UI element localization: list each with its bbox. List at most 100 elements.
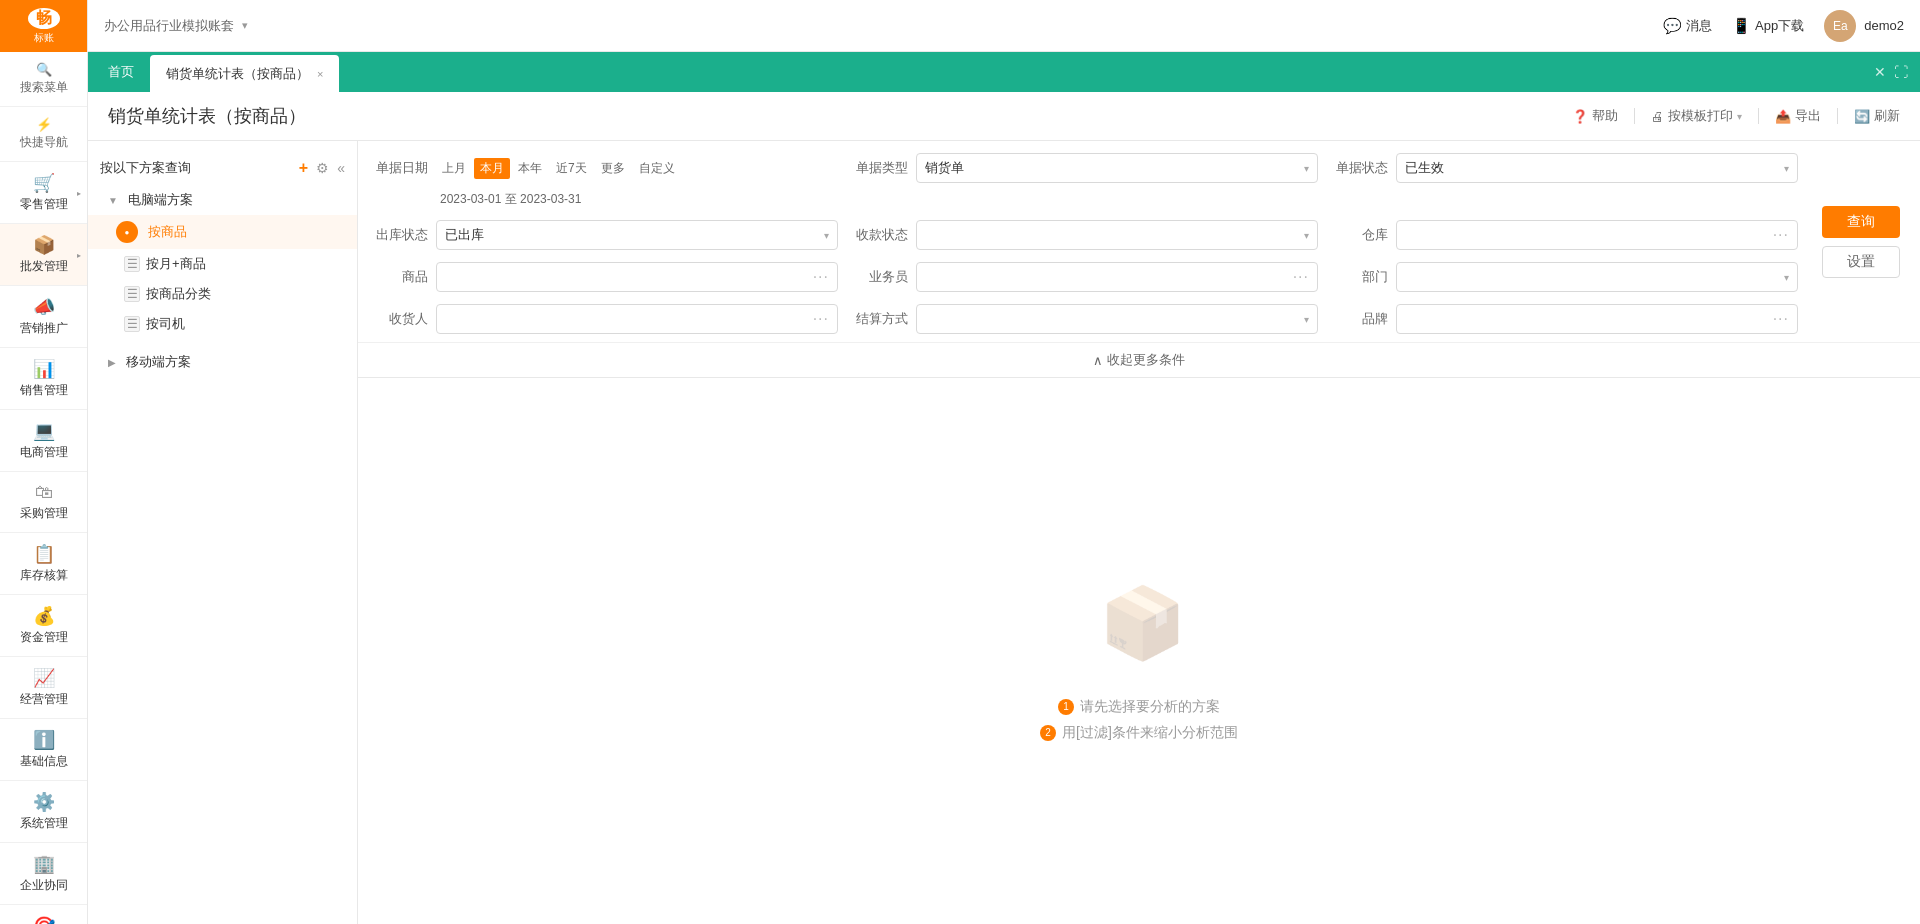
tree-group-desktop-label: 电脑端方案 [128,191,193,209]
refresh-label: 刷新 [1874,107,1900,125]
tree-group-desktop[interactable]: ▼ 电脑端方案 [88,185,357,215]
sidebar-item-inventory[interactable]: 📋 库存核算 [0,533,87,595]
brand-dots: ··· [1773,311,1789,327]
inventory-icon: 📋 [33,543,55,565]
ds-7days[interactable]: 近7天 [550,158,593,179]
sidebar-item-search[interactable]: 🔍 搜索菜单 [0,52,87,107]
page-header: 销货单统计表（按商品） ❓ 帮助 🖨 按模板打印 ▾ 📤 导出 [88,92,1920,141]
settings-button[interactable]: 设置 [1822,246,1900,278]
dept-select[interactable]: ▾ [1396,262,1798,292]
collapse-panel-btn[interactable]: « [337,160,345,176]
avatar: Ea [1824,10,1856,42]
brand-input[interactable]: ··· [1396,304,1798,334]
out-status-select[interactable]: 已出库 ▾ [436,220,838,250]
tree-item-by-product[interactable]: ● 按商品 [88,215,357,249]
sidebar-item-operations[interactable]: 📈 经营管理 [0,657,87,719]
finance-icon: 💰 [33,605,55,627]
date-control: 上月 本月 本年 近7天 更多 自定义 [436,158,838,179]
marketing-label: 营销推广 [20,320,68,337]
left-panel-header: 按以下方案查询 + ⚙ « [88,151,357,185]
payment-label: 结算方式 [854,310,908,328]
sidebar-item-finance[interactable]: 💰 资金管理 [0,595,87,657]
print-btn[interactable]: 🖨 按模板打印 ▾ [1651,107,1742,125]
sidebar-item-basic[interactable]: ℹ️ 基础信息 [0,719,87,781]
tree-group-mobile[interactable]: ▶ 移动端方案 [88,347,357,377]
sidebar: 畅 标账 🔍 搜索菜单 ⚡ 快捷导航 🛒 零售管理 ▸ 📦 批发管理 ▸ 📣 营… [0,0,88,924]
ds-more[interactable]: 更多 [595,158,631,179]
tab-active[interactable]: 销货单统计表（按商品） × [150,55,339,92]
sidebar-item-marketing[interactable]: 📣 营销推广 [0,286,87,348]
filter-cell-out-status: 出库状态 已出库 ▾ [374,220,838,250]
sidebar-item-wholesale[interactable]: 📦 批发管理 ▸ [0,224,87,286]
tree-by-category-label: 按商品分类 [146,285,211,303]
sidebar-item-enterprise[interactable]: 🏢 企业协同 [0,843,87,905]
user-area[interactable]: Ea demo2 [1824,10,1904,42]
system-icon: ⚙️ [33,791,55,813]
sidebar-item-retail[interactable]: 🛒 零售管理 ▸ [0,162,87,224]
salesperson-dots: ··· [1293,269,1309,285]
empty-step-1: 1 请先选择要分析的方案 [1058,698,1220,716]
help-icon: ❓ [1572,109,1588,124]
avatar-text: Ea [1833,19,1848,33]
refresh-icon: 🔄 [1854,109,1870,124]
window-close-icon[interactable]: ✕ [1874,64,1886,80]
collect-status-select[interactable]: ▾ [916,220,1318,250]
tab-close-btn[interactable]: × [317,68,323,80]
company-dropdown-icon[interactable]: ▾ [242,19,248,32]
tree-expand-icon: ▼ [108,195,118,206]
payment-select[interactable]: ▾ [916,304,1318,334]
app-download-btn[interactable]: 📱 App下载 [1732,17,1804,35]
sidebar-item-system[interactable]: ⚙️ 系统管理 [0,781,87,843]
ds-this-year[interactable]: 本年 [512,158,548,179]
active-dot: ● [125,228,130,237]
warehouse-input[interactable]: ··· [1396,220,1798,250]
page-title: 销货单统计表（按商品） [108,104,306,128]
tree-mobile-expand-icon: ▶ [108,357,116,368]
right-panel: 单据日期 上月 本月 本年 近7天 更多 自定义 [358,141,1920,924]
doc-type-select[interactable]: 销货单 ▾ [916,153,1318,183]
tree-item-by-cashier[interactable]: ☰ 按司机 [88,309,357,339]
export-btn[interactable]: 📤 导出 [1775,107,1821,125]
ds-last-month[interactable]: 上月 [436,158,472,179]
system-label: 系统管理 [20,815,68,832]
sidebar-item-ecommerce[interactable]: 💻 电商管理 [0,410,87,472]
filter-wrapper: 单据日期 上月 本月 本年 近7天 更多 自定义 [358,141,1920,342]
filter-row-2: 出库状态 已出库 ▾ 收款状态 [358,216,1814,258]
ds-this-month[interactable]: 本月 [474,158,510,179]
tab-home[interactable]: 首页 [92,52,150,92]
recipient-input[interactable]: ··· [436,304,838,334]
message-btn[interactable]: 💬 消息 [1663,17,1712,35]
collect-status-arrow: ▾ [1304,230,1309,241]
sidebar-item-purchase[interactable]: 🛍 采购管理 [0,472,87,533]
logo-subtitle: 标账 [34,31,54,45]
window-maximize-icon[interactable]: ⛶ [1894,64,1908,80]
filter-cell-product: 商品 ··· [374,262,838,292]
tree-item-by-category[interactable]: ☰ 按商品分类 [88,279,357,309]
salesperson-input[interactable]: ··· [916,262,1318,292]
sidebar-item-guide[interactable]: 🎯 新手引导 [0,905,87,924]
company-name: 办公用品行业模拟账套 [104,17,234,35]
sidebar-item-quick-nav[interactable]: ⚡ 快捷导航 [0,107,87,162]
divider-2 [1758,108,1759,124]
user-name: demo2 [1864,18,1904,33]
product-input[interactable]: ··· [436,262,838,292]
main-area: 办公用品行业模拟账套 ▾ 💬 消息 📱 App下载 Ea demo2 首页 [88,0,1920,924]
ecommerce-label: 电商管理 [20,444,68,461]
sidebar-item-sales[interactable]: 📊 销售管理 [0,348,87,410]
add-scheme-btn[interactable]: + [299,159,308,177]
warehouse-label: 仓库 [1334,226,1388,244]
tree-item-by-month-product[interactable]: ☰ 按月+商品 [88,249,357,279]
refresh-btn[interactable]: 🔄 刷新 [1854,107,1900,125]
query-button[interactable]: 查询 [1822,206,1900,238]
doc-status-select[interactable]: 已生效 ▾ [1396,153,1798,183]
collapse-bar[interactable]: ∧ 收起更多条件 [358,342,1920,377]
settings-scheme-btn[interactable]: ⚙ [316,160,329,176]
sales-label: 销售管理 [20,382,68,399]
sidebar-quick-label: 快捷导航 [20,134,68,151]
date-shortcuts: 上月 本月 本年 近7天 更多 自定义 [436,158,681,179]
tab-bar: 首页 销货单统计表（按商品） × ✕ ⛶ [88,52,1920,92]
tree-by-month-product-label: 按月+商品 [146,255,206,273]
logo-area: 畅 标账 [0,0,87,52]
help-btn[interactable]: ❓ 帮助 [1572,107,1618,125]
ds-custom[interactable]: 自定义 [633,158,681,179]
